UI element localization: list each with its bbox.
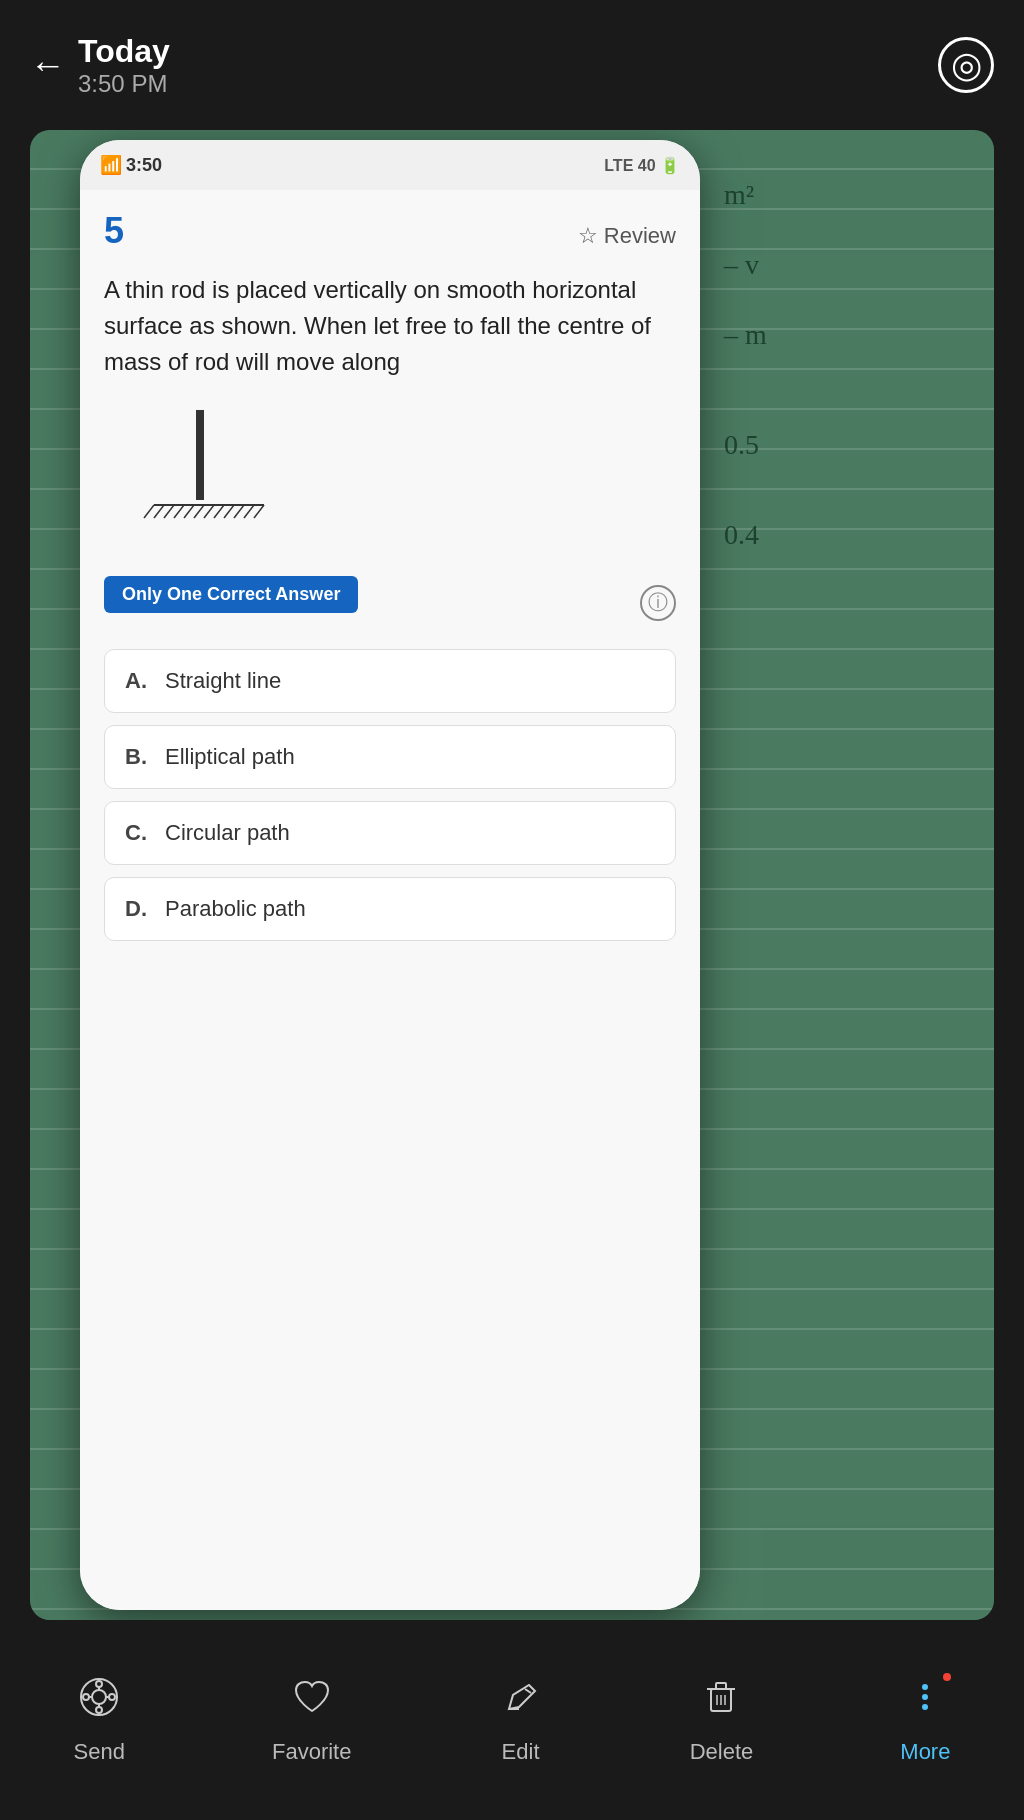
option-a-text: Straight line bbox=[165, 668, 281, 694]
nav-edit[interactable]: Edit bbox=[499, 1675, 543, 1765]
signal-icon: 📶 bbox=[100, 154, 122, 176]
svg-point-16 bbox=[81, 1679, 117, 1715]
lte-indicator: LTE 40 bbox=[604, 157, 655, 174]
camera-icon: ◎ bbox=[951, 44, 982, 86]
answer-type-badge[interactable]: Only One Correct Answer bbox=[104, 576, 358, 613]
more-label: More bbox=[900, 1739, 950, 1765]
svg-line-9 bbox=[194, 505, 204, 518]
status-time: 3:50 bbox=[126, 155, 162, 176]
svg-line-15 bbox=[254, 505, 264, 518]
svg-rect-30 bbox=[716, 1683, 726, 1689]
option-b-text: Elliptical path bbox=[165, 744, 295, 770]
camera-button[interactable]: ◎ bbox=[938, 37, 994, 93]
delete-label: Delete bbox=[690, 1739, 754, 1765]
option-d-text: Parabolic path bbox=[165, 896, 306, 922]
review-button[interactable]: ☆ Review bbox=[578, 223, 676, 249]
option-b[interactable]: B. Elliptical path bbox=[104, 725, 676, 789]
options-container: A. Straight line B. Elliptical path C. C… bbox=[104, 649, 676, 941]
svg-point-34 bbox=[922, 1684, 928, 1690]
phone-status-bar: 📶 3:50 LTE 40 🔋 bbox=[80, 140, 700, 190]
star-icon: ☆ bbox=[578, 223, 598, 249]
svg-point-36 bbox=[922, 1704, 928, 1710]
svg-point-18 bbox=[96, 1681, 102, 1687]
svg-line-7 bbox=[174, 505, 184, 518]
svg-point-21 bbox=[109, 1694, 115, 1700]
bottom-nav: Send Favorite Edit bbox=[0, 1620, 1024, 1820]
svg-rect-2 bbox=[196, 410, 204, 500]
svg-point-19 bbox=[96, 1707, 102, 1713]
page-title: Today bbox=[78, 33, 170, 70]
svg-line-14 bbox=[244, 505, 254, 518]
svg-point-20 bbox=[83, 1694, 89, 1700]
option-b-letter: B. bbox=[125, 744, 149, 770]
nav-send[interactable]: Send bbox=[74, 1675, 125, 1765]
diagram-container bbox=[104, 400, 676, 540]
svg-line-5 bbox=[154, 505, 164, 518]
favorite-label: Favorite bbox=[272, 1739, 351, 1765]
handwriting-area: m² – v – m 0.5 0.4 bbox=[704, 140, 984, 1610]
title-group: Today 3:50 PM bbox=[78, 33, 170, 98]
rod-diagram bbox=[124, 400, 304, 540]
more-notification-dot bbox=[943, 1673, 951, 1681]
svg-point-17 bbox=[92, 1690, 106, 1704]
heart-icon bbox=[290, 1675, 334, 1729]
edit-icon bbox=[499, 1675, 543, 1729]
option-a[interactable]: A. Straight line bbox=[104, 649, 676, 713]
svg-line-13 bbox=[234, 505, 244, 518]
status-bar-right: LTE 40 🔋 bbox=[604, 156, 680, 175]
option-d-letter: D. bbox=[125, 896, 149, 922]
option-a-letter: A. bbox=[125, 668, 149, 694]
app-top-bar: ← Today 3:50 PM ◎ bbox=[0, 0, 1024, 130]
edit-label: Edit bbox=[502, 1739, 540, 1765]
phone-device: 📶 3:50 LTE 40 🔋 5 ☆ Review A thin rod is… bbox=[80, 140, 700, 1610]
option-c-letter: C. bbox=[125, 820, 149, 846]
svg-line-11 bbox=[214, 505, 224, 518]
svg-point-35 bbox=[922, 1694, 928, 1700]
option-d[interactable]: D. Parabolic path bbox=[104, 877, 676, 941]
option-c[interactable]: C. Circular path bbox=[104, 801, 676, 865]
option-c-text: Circular path bbox=[165, 820, 290, 846]
question-number: 5 bbox=[104, 210, 124, 252]
phone-content[interactable]: 5 ☆ Review A thin rod is placed vertical… bbox=[80, 190, 700, 1610]
back-arrow-icon: ← bbox=[30, 44, 66, 86]
question-text: A thin rod is placed vertically on smoot… bbox=[104, 272, 676, 380]
nav-more[interactable]: More bbox=[900, 1675, 950, 1765]
more-icon bbox=[903, 1675, 947, 1729]
svg-line-4 bbox=[144, 505, 154, 518]
send-icon bbox=[77, 1675, 121, 1729]
nav-delete[interactable]: Delete bbox=[690, 1675, 754, 1765]
page-subtitle: 3:50 PM bbox=[78, 70, 170, 98]
trash-icon bbox=[699, 1675, 743, 1729]
status-bar-left: 📶 3:50 bbox=[100, 154, 162, 176]
nav-favorite[interactable]: Favorite bbox=[272, 1675, 351, 1765]
info-icon[interactable]: ⓘ bbox=[640, 585, 676, 621]
svg-line-10 bbox=[204, 505, 214, 518]
svg-line-27 bbox=[525, 1689, 531, 1693]
send-label: Send bbox=[74, 1739, 125, 1765]
phone-frame-area: 📶 3:50 LTE 40 🔋 5 ☆ Review A thin rod is… bbox=[30, 130, 994, 1620]
back-button[interactable]: ← Today 3:50 PM bbox=[30, 33, 170, 98]
review-label: Review bbox=[604, 223, 676, 249]
svg-line-8 bbox=[184, 505, 194, 518]
svg-line-6 bbox=[164, 505, 174, 518]
svg-line-12 bbox=[224, 505, 234, 518]
